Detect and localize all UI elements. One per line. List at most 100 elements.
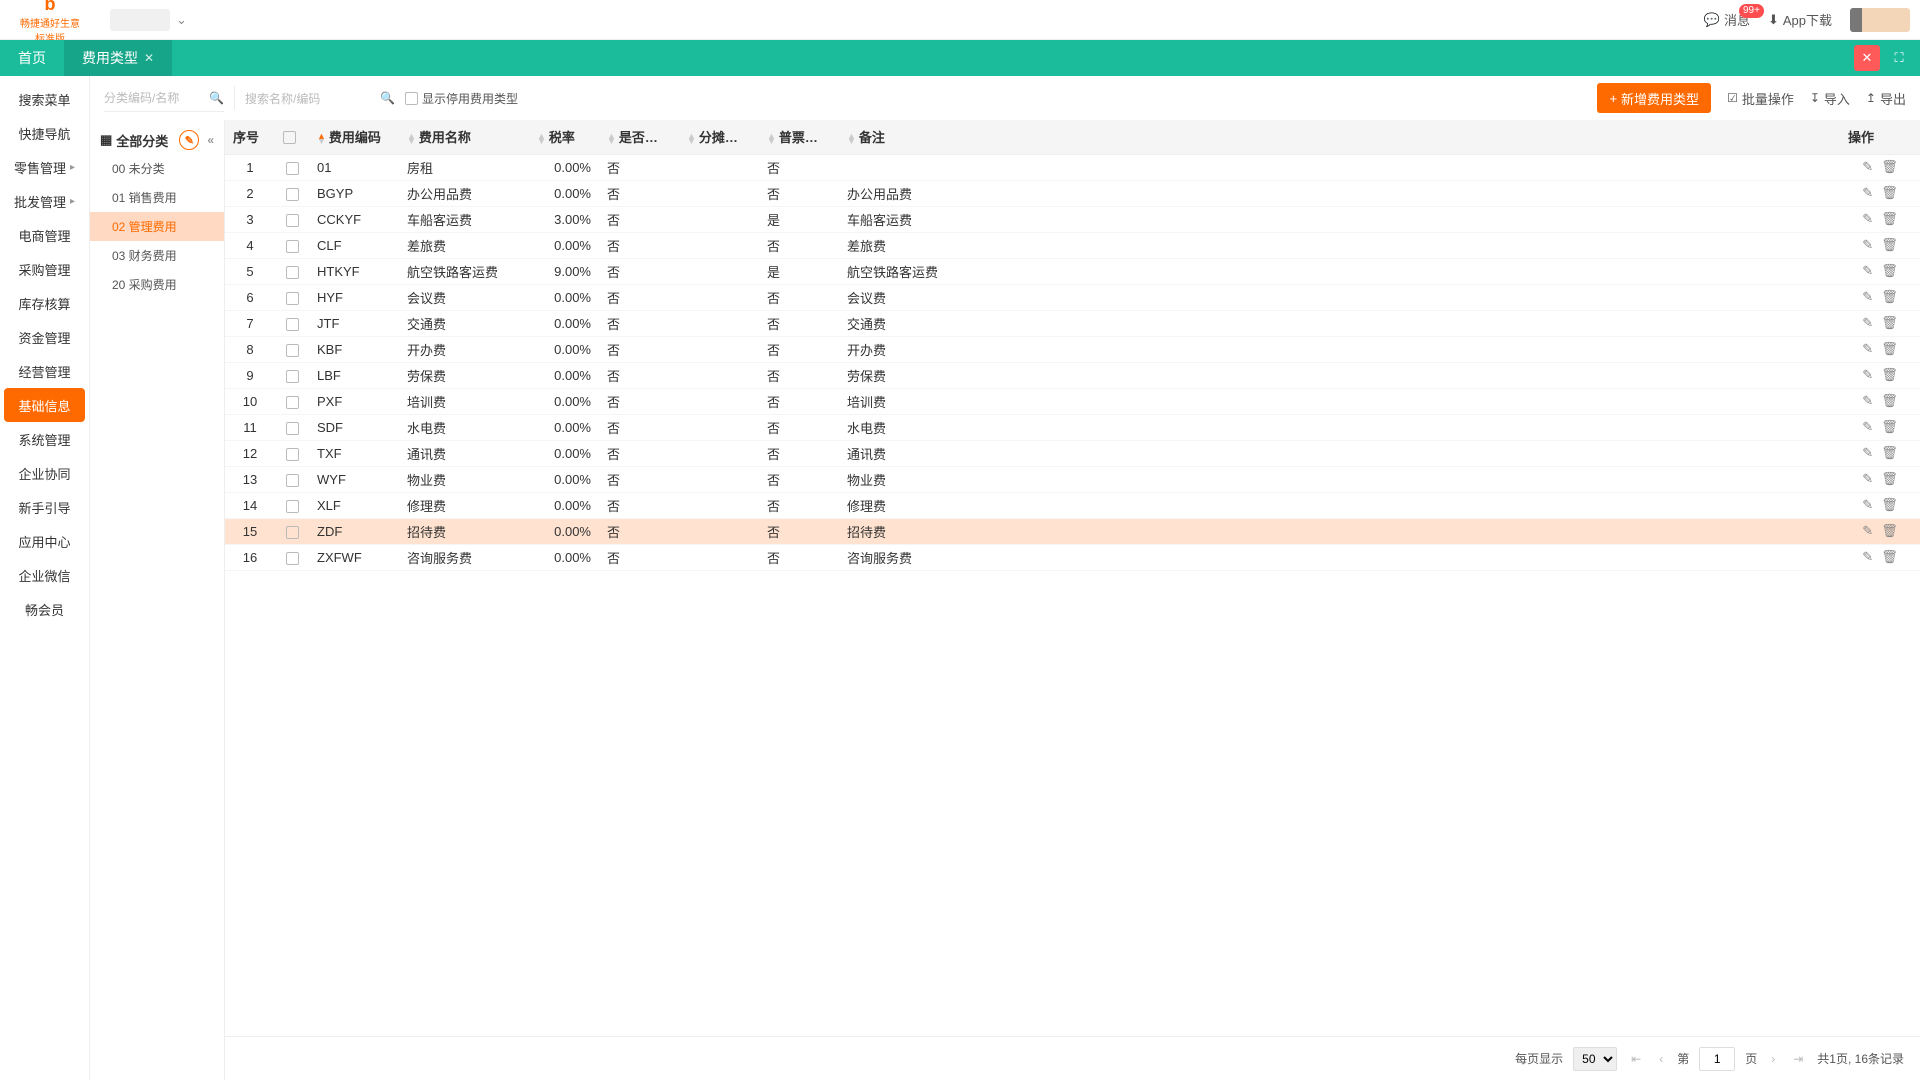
sidebar-item[interactable]: 应用中心 [0,524,89,558]
edit-icon[interactable]: ✎ [1862,211,1873,227]
row-checkbox[interactable] [286,422,299,435]
col-name[interactable]: ▲▼费用名称 [399,120,529,154]
tab-close-icon[interactable]: ✕ [144,51,154,65]
sidebar-item[interactable]: 快捷导航 [0,116,89,150]
delete-icon[interactable]: 🗑 [1881,549,1898,565]
row-checkbox[interactable] [286,292,299,305]
delete-icon[interactable]: 🗑 [1881,185,1898,201]
cell-checkbox[interactable] [275,362,309,388]
cell-checkbox[interactable] [275,492,309,518]
delete-icon[interactable]: 🗑 [1881,367,1898,383]
row-checkbox[interactable] [286,188,299,201]
col-checkbox[interactable] [275,120,309,154]
category-item[interactable]: 00 未分类 [90,154,224,183]
col-isx[interactable]: ▲▼是否… [599,120,679,154]
delete-icon[interactable]: 🗑 [1881,393,1898,409]
sidebar-item[interactable]: 搜索菜单 [0,82,89,116]
row-checkbox[interactable] [286,266,299,279]
search-icon[interactable]: 🔍 [209,91,224,105]
row-checkbox[interactable] [286,344,299,357]
cell-checkbox[interactable] [275,232,309,258]
cell-checkbox[interactable] [275,518,309,544]
row-checkbox[interactable] [286,240,299,253]
row-checkbox[interactable] [286,162,299,175]
delete-icon[interactable]: 🗑 [1881,237,1898,253]
tab-home[interactable]: 首页 [0,40,64,76]
table-row[interactable]: 2BGYP办公用品费0.00%否否办公用品费✎🗑 [225,180,1920,206]
table-row[interactable]: 7JTF交通费0.00%否否交通费✎🗑 [225,310,1920,336]
messages-button[interactable]: 💬 消息 99+ [1704,10,1750,29]
table-row[interactable]: 5HTKYF航空铁路客运费9.00%否是航空铁路客运费✎🗑 [225,258,1920,284]
row-checkbox[interactable] [286,474,299,487]
page-number-input[interactable] [1699,1047,1735,1071]
edit-icon[interactable]: ✎ [1862,497,1873,513]
table-row[interactable]: 8KBF开办费0.00%否否开办费✎🗑 [225,336,1920,362]
sidebar-item[interactable]: 新手引导 [0,490,89,524]
edit-categories-button[interactable]: ✎ [179,130,199,150]
table-row[interactable]: 6HYF会议费0.00%否否会议费✎🗑 [225,284,1920,310]
sidebar-item[interactable]: 畅会员 [0,592,89,626]
new-expense-type-button[interactable]: + 新增费用类型 [1597,83,1711,113]
sidebar-item[interactable]: 资金管理 [0,320,89,354]
search-icon[interactable]: 🔍 [380,91,395,105]
table-row[interactable]: 13WYF物业费0.00%否否物业费✎🗑 [225,466,1920,492]
delete-icon[interactable]: 🗑 [1881,419,1898,435]
col-share[interactable]: ▲▼分摊… [679,120,759,154]
row-checkbox[interactable] [286,500,299,513]
select-all-checkbox[interactable] [283,131,296,144]
name-search-input[interactable]: 搜索名称/编码 🔍 [245,84,395,112]
col-pupiao[interactable]: ▲▼普票… [759,120,839,154]
edit-icon[interactable]: ✎ [1862,289,1873,305]
row-checkbox[interactable] [286,448,299,461]
table-row[interactable]: 3CCKYF车船客运费3.00%否是车船客运费✎🗑 [225,206,1920,232]
edit-icon[interactable]: ✎ [1862,471,1873,487]
cell-checkbox[interactable] [275,310,309,336]
sidebar-item[interactable]: 企业协同 [0,456,89,490]
import-button[interactable]: ↧ 导入 [1810,89,1850,108]
sidebar-item[interactable]: 经营管理 [0,354,89,388]
delete-icon[interactable]: 🗑 [1881,523,1898,539]
row-checkbox[interactable] [286,370,299,383]
next-page-button[interactable]: › [1767,1052,1779,1066]
table-row[interactable]: 4CLF差旅费0.00%否否差旅费✎🗑 [225,232,1920,258]
edit-icon[interactable]: ✎ [1862,523,1873,539]
cell-checkbox[interactable] [275,466,309,492]
row-checkbox[interactable] [286,552,299,565]
delete-icon[interactable]: 🗑 [1881,497,1898,513]
sidebar-item[interactable]: 批发管理▸ [0,184,89,218]
table-row[interactable]: 101房租0.00%否否✎🗑 [225,154,1920,180]
edit-icon[interactable]: ✎ [1862,549,1873,565]
cell-checkbox[interactable] [275,258,309,284]
row-checkbox[interactable] [286,214,299,227]
delete-icon[interactable]: 🗑 [1881,445,1898,461]
col-remark[interactable]: ▲▼备注 [839,120,1840,154]
col-code[interactable]: ▲▼费用编码 [309,120,399,154]
cell-checkbox[interactable] [275,180,309,206]
fullscreen-button[interactable]: ⛶ [1886,45,1912,71]
col-rate[interactable]: ▲▼税率 [529,120,599,154]
cell-checkbox[interactable] [275,414,309,440]
sidebar-item[interactable]: 基础信息 [4,388,85,422]
delete-icon[interactable]: 🗑 [1881,471,1898,487]
category-all[interactable]: ▦ 全部分类 ✎ « [90,126,224,154]
sidebar-item[interactable]: 企业微信 [0,558,89,592]
last-page-button[interactable]: ⇥ [1789,1052,1807,1066]
per-page-select[interactable]: 50 [1573,1047,1617,1071]
row-checkbox[interactable] [286,318,299,331]
user-avatar[interactable] [1850,8,1910,32]
category-item[interactable]: 03 财务费用 [90,241,224,270]
table-row[interactable]: 15ZDF招待费0.00%否否招待费✎🗑 [225,518,1920,544]
cell-checkbox[interactable] [275,154,309,180]
table-row[interactable]: 14XLF修理费0.00%否否修理费✎🗑 [225,492,1920,518]
edit-icon[interactable]: ✎ [1862,315,1873,331]
table-row[interactable]: 12TXF通讯费0.00%否否通讯费✎🗑 [225,440,1920,466]
row-checkbox[interactable] [286,526,299,539]
table-row[interactable]: 9LBF劳保费0.00%否否劳保费✎🗑 [225,362,1920,388]
delete-icon[interactable]: 🗑 [1881,289,1898,305]
category-item[interactable]: 01 销售费用 [90,183,224,212]
cell-checkbox[interactable] [275,206,309,232]
table-row[interactable]: 10PXF培训费0.00%否否培训费✎🗑 [225,388,1920,414]
export-button[interactable]: ↥ 导出 [1866,89,1906,108]
cell-checkbox[interactable] [275,388,309,414]
cell-checkbox[interactable] [275,284,309,310]
